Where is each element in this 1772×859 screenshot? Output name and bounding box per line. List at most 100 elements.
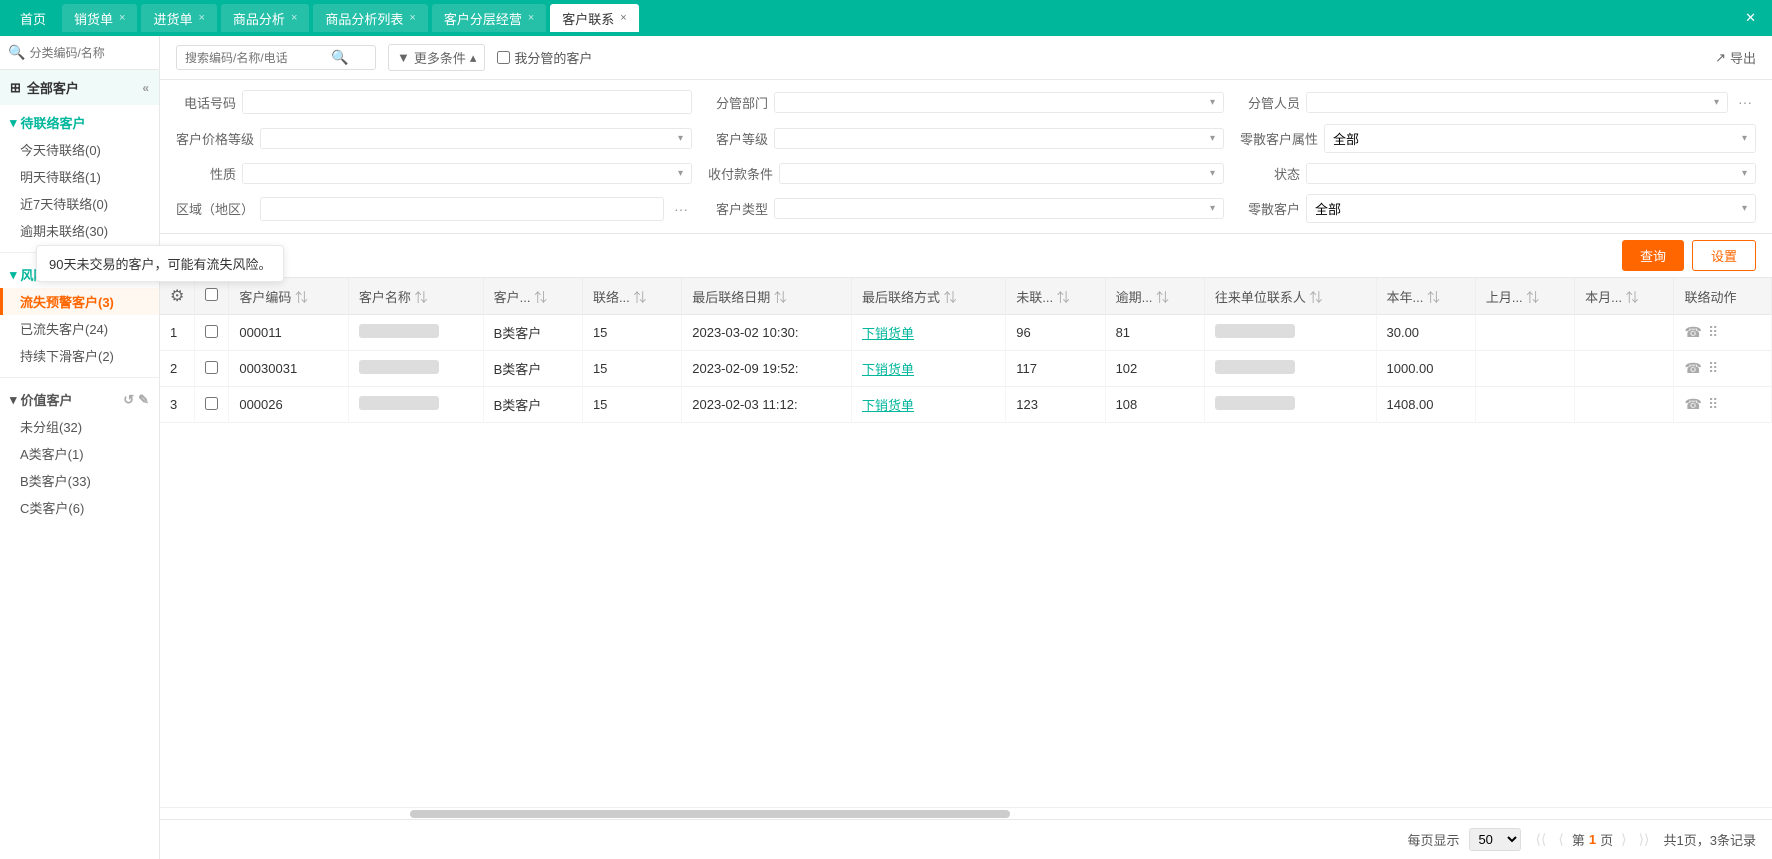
- sidebar-item-c-class[interactable]: C类客户(6): [0, 494, 159, 521]
- refresh-icon[interactable]: ↺: [123, 392, 134, 408]
- row-last-method-cell[interactable]: 下销货单: [852, 315, 1006, 351]
- select-all-checkbox[interactable]: [205, 288, 218, 301]
- col-this-year[interactable]: 本年... ⇅: [1376, 278, 1475, 315]
- sidebar-item-tomorrow[interactable]: 明天待联络(1): [0, 163, 159, 190]
- query-button[interactable]: 查询: [1622, 240, 1684, 271]
- nav-tab-customer-tier[interactable]: 客户分层经营 ×: [432, 4, 546, 32]
- action-contact-icon[interactable]: ☎: [1684, 360, 1701, 377]
- col-last-method[interactable]: 最后联络方式 ⇅: [852, 278, 1006, 315]
- close-all-tabs[interactable]: ✕: [1737, 6, 1764, 30]
- action-contact-icon[interactable]: ☎: [1684, 324, 1701, 341]
- search-icon[interactable]: 🔍: [331, 49, 348, 66]
- close-icon[interactable]: ×: [409, 12, 415, 24]
- nav-tab-analysis[interactable]: 商品分析 ×: [221, 4, 309, 32]
- search-input[interactable]: [185, 51, 325, 65]
- row-overdue-cell: 108: [1105, 387, 1204, 423]
- close-icon[interactable]: ×: [119, 12, 125, 24]
- action-contact-icon[interactable]: ☎: [1684, 396, 1701, 413]
- export-btn[interactable]: ↗ 导出: [1715, 48, 1756, 67]
- dept-select[interactable]: ▾: [774, 92, 1224, 113]
- next-page-btn[interactable]: ⟩: [1617, 829, 1630, 850]
- row-checkbox-cell[interactable]: [195, 315, 229, 351]
- collapse-icon[interactable]: «: [142, 81, 149, 95]
- nav-tab-customer-contact[interactable]: 客户联系 ×: [550, 4, 638, 32]
- horizontal-scrollbar[interactable]: [160, 807, 1772, 819]
- area-more-icon[interactable]: ···: [670, 201, 692, 217]
- per-page-select[interactable]: 50 100 200: [1469, 828, 1521, 851]
- sidebar-search-input[interactable]: [29, 46, 160, 60]
- col-uncontacted-label: 未联...: [1016, 290, 1053, 305]
- my-customers-checkbox[interactable]: [497, 51, 510, 64]
- contact-method-link[interactable]: 下销货单: [862, 326, 914, 341]
- nav-tab-purchase[interactable]: 进货单 ×: [141, 4, 216, 32]
- col-overdue[interactable]: 逾期... ⇅: [1105, 278, 1204, 315]
- sidebar-item-churn-warning[interactable]: 流失预警客户(3): [0, 288, 159, 315]
- scrollbar-thumb[interactable]: [410, 810, 1010, 818]
- row-checkbox[interactable]: [205, 325, 218, 338]
- sidebar-item-ungroup[interactable]: 未分组(32): [0, 413, 159, 440]
- nav-tab-sales[interactable]: 销货单 ×: [62, 4, 137, 32]
- payment-select[interactable]: ▾: [779, 163, 1224, 184]
- contact-method-link[interactable]: 下销货单: [862, 362, 914, 377]
- action-menu-icon[interactable]: ⠿: [1708, 324, 1718, 341]
- table-settings-icon[interactable]: ⚙: [170, 288, 184, 305]
- area-input[interactable]: [260, 197, 664, 221]
- more-icon[interactable]: ···: [1734, 94, 1756, 110]
- col-settings[interactable]: ⚙: [160, 278, 195, 315]
- col-last-date[interactable]: 最后联络日期 ⇅: [682, 278, 852, 315]
- row-index-cell: 3: [160, 387, 195, 423]
- value-group-header[interactable]: ▾ 价值客户 ↺ ✎: [0, 386, 159, 413]
- contact-method-link[interactable]: 下销货单: [862, 398, 914, 413]
- row-checkbox[interactable]: [205, 397, 218, 410]
- first-page-btn[interactable]: ⟨⟨: [1531, 829, 1550, 850]
- pending-group-header[interactable]: ▾ 待联络客户: [0, 109, 159, 136]
- col-name[interactable]: 客户名称 ⇅: [348, 278, 483, 315]
- sidebar-all-customers[interactable]: ⊞ 全部客户 «: [0, 70, 159, 105]
- prev-page-btn[interactable]: ⟨: [1554, 829, 1567, 850]
- col-last-month[interactable]: 上月... ⇅: [1475, 278, 1574, 315]
- row-checkbox-cell[interactable]: [195, 351, 229, 387]
- edit-icon[interactable]: ✎: [138, 392, 149, 408]
- close-icon[interactable]: ×: [198, 12, 204, 24]
- col-uncontacted[interactable]: 未联... ⇅: [1006, 278, 1105, 315]
- col-contact-person[interactable]: 往来单位联系人 ⇅: [1204, 278, 1376, 315]
- sidebar-item-declining[interactable]: 持续下滑客户(2): [0, 342, 159, 369]
- gender-select[interactable]: ▾: [242, 163, 692, 184]
- customer-type-select[interactable]: ▾: [774, 198, 1224, 219]
- col-checkbox[interactable]: [195, 278, 229, 315]
- settings-button[interactable]: 设置: [1692, 240, 1756, 271]
- row-checkbox[interactable]: [205, 361, 218, 374]
- sidebar-item-a-class[interactable]: A类客户(1): [0, 440, 159, 467]
- row-last-method-cell[interactable]: 下销货单: [852, 351, 1006, 387]
- sidebar-search-box[interactable]: 🔍: [0, 36, 159, 70]
- sidebar-item-overdue[interactable]: 逾期未联络(30): [0, 217, 159, 244]
- price-grade-select[interactable]: ▾: [260, 128, 692, 149]
- col-code[interactable]: 客户编码 ⇅: [229, 278, 349, 315]
- close-icon[interactable]: ×: [528, 12, 534, 24]
- search-input-box[interactable]: 🔍: [176, 45, 376, 70]
- action-menu-icon[interactable]: ⠿: [1708, 360, 1718, 377]
- action-menu-icon[interactable]: ⠿: [1708, 396, 1718, 413]
- sidebar-item-churned[interactable]: 已流失客户(24): [0, 315, 159, 342]
- col-this-month[interactable]: 本月... ⇅: [1575, 278, 1674, 315]
- nav-tab-analysis-list[interactable]: 商品分析列表 ×: [313, 4, 427, 32]
- row-last-method-cell[interactable]: 下销货单: [852, 387, 1006, 423]
- sidebar-item-today[interactable]: 今天待联络(0): [0, 136, 159, 163]
- col-type[interactable]: 客户... ⇅: [483, 278, 582, 315]
- table-row: 1 000011 B类客户 15 2023-03-02 10:30: 下销货单 …: [160, 315, 1772, 351]
- sidebar-item-7days[interactable]: 近7天待联络(0): [0, 190, 159, 217]
- person-select[interactable]: ▾: [1306, 92, 1728, 113]
- sidebar-item-b-class[interactable]: B类客户(33): [0, 467, 159, 494]
- nav-home[interactable]: 首页: [8, 4, 58, 32]
- phone-input[interactable]: [242, 90, 692, 114]
- status-select[interactable]: ▾: [1306, 163, 1756, 184]
- retail-attr-select[interactable]: 全部 ▾: [1324, 124, 1756, 153]
- close-icon[interactable]: ×: [620, 12, 626, 24]
- customer-grade-select[interactable]: ▾: [774, 128, 1224, 149]
- row-checkbox-cell[interactable]: [195, 387, 229, 423]
- more-conditions-btn[interactable]: ▼ 更多条件 ▴: [388, 44, 485, 71]
- close-icon[interactable]: ×: [291, 12, 297, 24]
- col-contact[interactable]: 联络... ⇅: [582, 278, 681, 315]
- last-page-btn[interactable]: ⟩⟩: [1635, 829, 1654, 850]
- retail-customer-select[interactable]: 全部 ▾: [1306, 194, 1756, 223]
